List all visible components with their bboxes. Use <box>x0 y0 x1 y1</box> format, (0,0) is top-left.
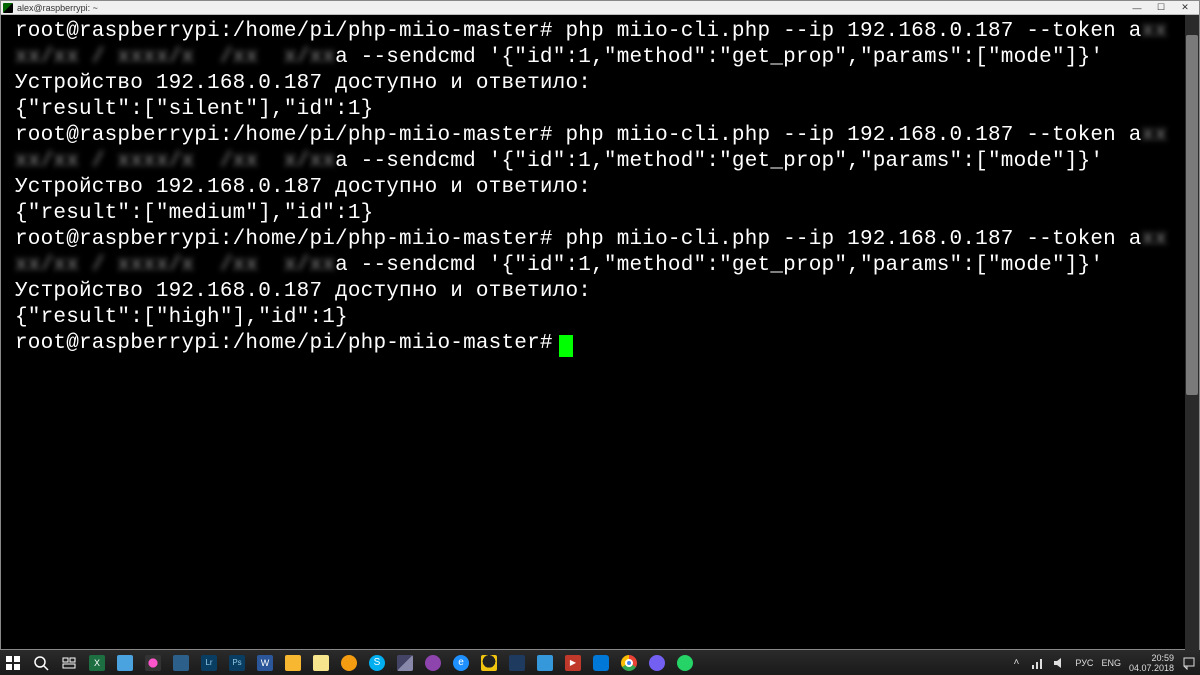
save-icon[interactable] <box>536 654 554 672</box>
response-line: Устройство 192.168.0.187 доступно и отве… <box>15 72 591 95</box>
volume-icon[interactable] <box>1053 656 1067 670</box>
tux-icon[interactable] <box>480 654 498 672</box>
cmd-suffix: a --sendcmd '{"id":1,"method":"get_prop"… <box>335 254 1103 277</box>
putty-icon <box>3 3 13 13</box>
word-icon[interactable]: W <box>256 654 274 672</box>
media-icon[interactable] <box>424 654 442 672</box>
titlebar: alex@raspberrypi: ~ — ☐ ✕ <box>1 1 1199 15</box>
notepad-icon[interactable] <box>116 654 134 672</box>
cmd-prefix: php miio-cli.php --ip 192.168.0.187 --to… <box>566 228 1142 251</box>
putty-taskbar-icon[interactable] <box>396 654 414 672</box>
lightroom-icon[interactable]: Lr <box>200 654 218 672</box>
yt-icon[interactable]: ▶ <box>564 654 582 672</box>
system-tray: ˄ РУС ENG 20:59 04.07.2018 <box>1009 653 1196 673</box>
result-high: {"result":["high"],"id":1} <box>15 306 348 329</box>
excel-icon[interactable]: X <box>88 654 106 672</box>
search-icon[interactable] <box>32 654 50 672</box>
result-silent: {"result":["silent"],"id":1} <box>15 98 373 121</box>
cmd-suffix: a --sendcmd '{"id":1,"method":"get_prop"… <box>335 46 1103 69</box>
time-text: 20:59 <box>1151 653 1174 663</box>
chat-icon[interactable] <box>340 654 358 672</box>
minimize-button[interactable]: — <box>1125 2 1149 14</box>
cursor <box>559 335 573 357</box>
terminal-output[interactable]: root@raspberrypi:/home/pi/php-miio-maste… <box>1 15 1199 649</box>
titlebar-left: alex@raspberrypi: ~ <box>3 3 98 13</box>
result-medium: {"result":["medium"],"id":1} <box>15 202 373 225</box>
vbox-icon[interactable] <box>508 654 526 672</box>
magnify-icon[interactable] <box>144 654 162 672</box>
close-button[interactable]: ✕ <box>1173 2 1197 14</box>
response-line: Устройство 192.168.0.187 доступно и отве… <box>15 176 591 199</box>
lang-indicator-2[interactable]: ENG <box>1101 658 1121 668</box>
network-icon[interactable] <box>1031 656 1045 670</box>
explorer-icon[interactable] <box>172 654 190 672</box>
taskview-icon[interactable] <box>60 654 78 672</box>
edge-icon[interactable] <box>592 654 610 672</box>
maximize-button[interactable]: ☐ <box>1149 2 1173 14</box>
prompt: root@raspberrypi:/home/pi/php-miio-maste… <box>15 124 553 147</box>
cmd-suffix: a --sendcmd '{"id":1,"method":"get_prop"… <box>335 150 1103 173</box>
whatsapp-icon[interactable] <box>676 654 694 672</box>
prompt: root@raspberrypi:/home/pi/php-miio-maste… <box>15 332 553 355</box>
start-icon[interactable] <box>4 654 22 672</box>
response-line: Устройство 192.168.0.187 доступно и отве… <box>15 280 591 303</box>
sticky-icon[interactable] <box>312 654 330 672</box>
window-title: alex@raspberrypi: ~ <box>17 3 98 13</box>
tray-chevron-icon[interactable]: ˄ <box>1009 656 1023 670</box>
lang-indicator-1[interactable]: РУС <box>1075 658 1093 668</box>
folder-icon[interactable] <box>284 654 302 672</box>
taskbar-left: X Lr Ps W S e ▶ <box>4 654 694 672</box>
clock[interactable]: 20:59 04.07.2018 <box>1129 653 1174 673</box>
prompt: root@raspberrypi:/home/pi/php-miio-maste… <box>15 228 553 251</box>
window-controls: — ☐ ✕ <box>1125 2 1197 14</box>
cmd-prefix: php miio-cli.php --ip 192.168.0.187 --to… <box>566 20 1142 43</box>
prompt: root@raspberrypi:/home/pi/php-miio-maste… <box>15 20 553 43</box>
terminal-window: alex@raspberrypi: ~ — ☐ ✕ root@raspberry… <box>0 0 1200 650</box>
skype-icon[interactable]: S <box>368 654 386 672</box>
cmd-prefix: php miio-cli.php --ip 192.168.0.187 --to… <box>566 124 1142 147</box>
date-text: 04.07.2018 <box>1129 663 1174 673</box>
chrome-icon[interactable] <box>620 654 638 672</box>
viber-icon[interactable] <box>648 654 666 672</box>
ie-icon[interactable]: e <box>452 654 470 672</box>
vertical-scrollbar[interactable] <box>1185 15 1199 651</box>
taskbar: X Lr Ps W S e ▶ ˄ РУС ENG 20:59 04.07.20… <box>0 650 1200 675</box>
scrollbar-thumb[interactable] <box>1186 35 1198 395</box>
notifications-icon[interactable] <box>1182 656 1196 670</box>
photoshop-icon[interactable]: Ps <box>228 654 246 672</box>
